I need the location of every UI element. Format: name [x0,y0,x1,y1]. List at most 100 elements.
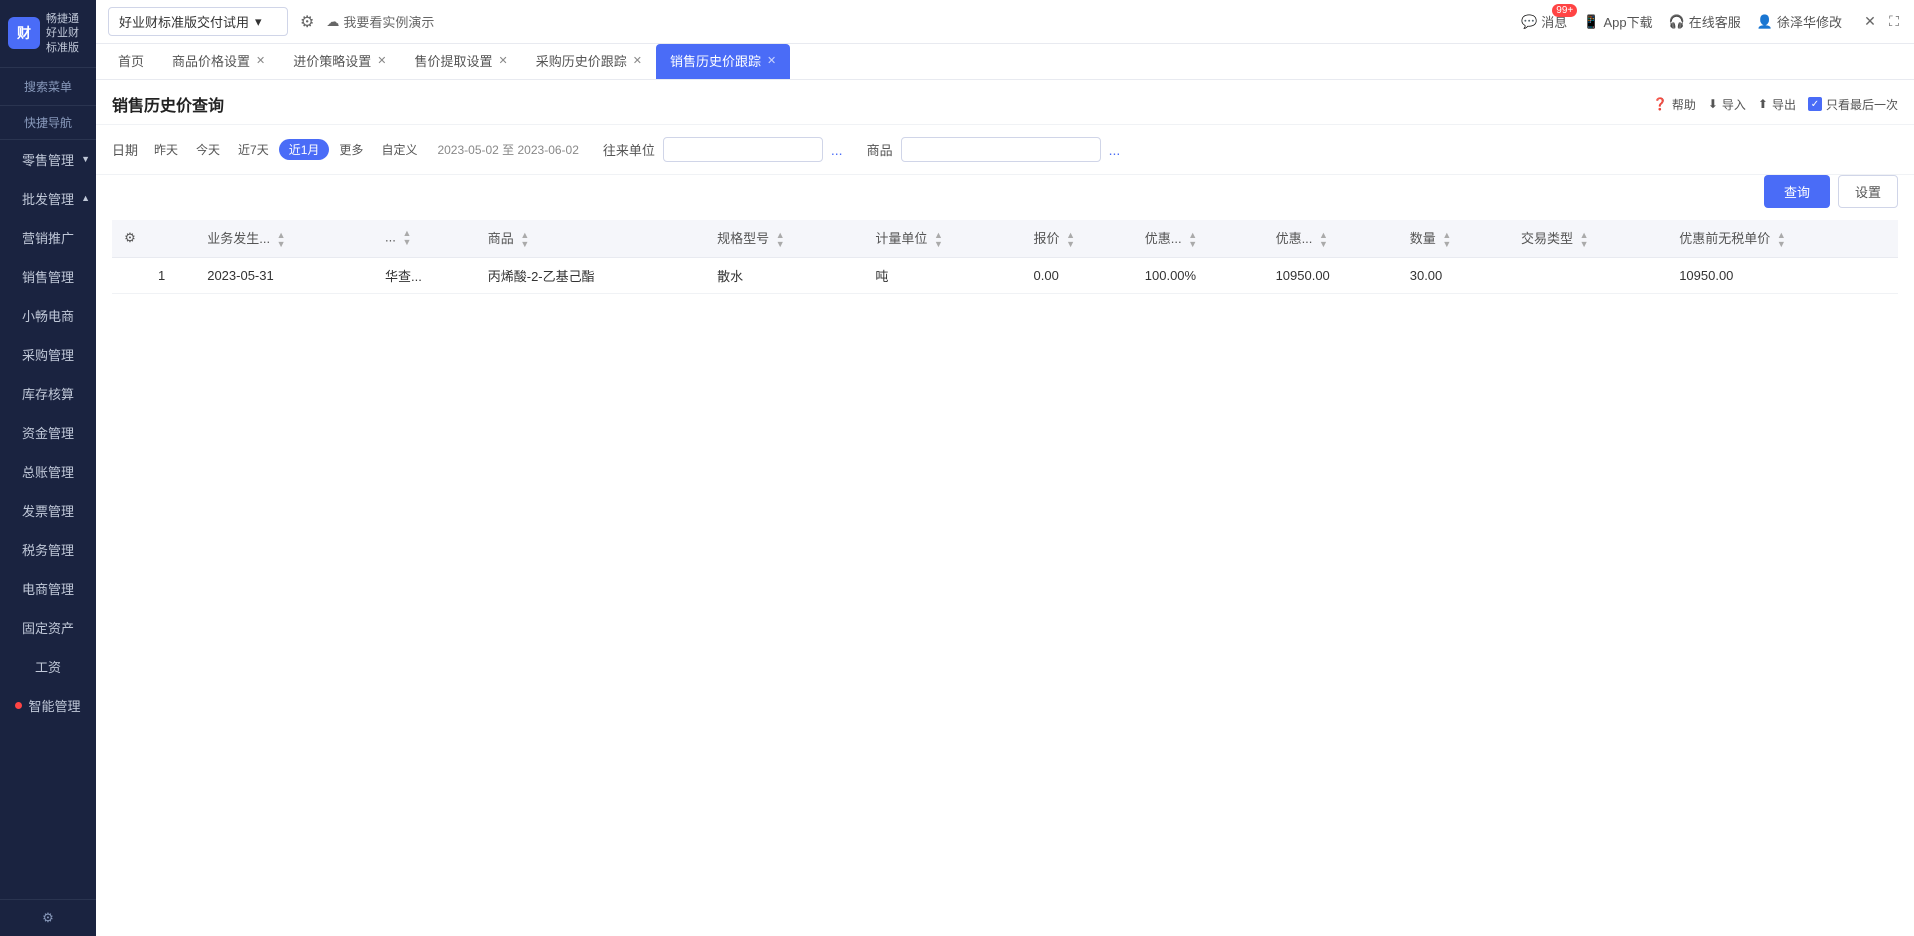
date-opt-last7[interactable]: 近7天 [230,139,277,160]
col-discount1[interactable]: 优惠... ▲▼ [1135,220,1266,257]
product-more-btn[interactable]: ... [1109,142,1121,158]
col-pretax-price[interactable]: 优惠前无税单价 ▲▼ [1669,220,1898,257]
sidebar-quicknav[interactable]: 快捷导航 [0,106,96,140]
sidebar-item-invoice[interactable]: 发票管理 [0,491,96,530]
maximize-window-button[interactable]: ⛶ [1886,14,1902,30]
tab-sales-hist-close[interactable]: ✕ [767,54,776,67]
col-settings[interactable]: ⚙ [112,220,148,257]
table-header-row: ⚙ 业务发生... ▲▼ ... ▲▼ 商品 ▲▼ [112,220,1898,257]
sidebar-item-ledger[interactable]: 总账管理 [0,452,96,491]
import-button[interactable]: ⬇ 导入 [1708,96,1746,113]
sidebar-item-retail[interactable]: 零售管理 [0,140,96,179]
tab-strategy-close[interactable]: ✕ [377,54,386,67]
cell-date: 2023-05-31 [197,257,375,293]
help-button[interactable]: ❓ 帮助 [1653,96,1696,113]
date-opt-more[interactable]: 更多 [331,139,371,160]
tab-purchase-hist[interactable]: 采购历史价跟踪 ✕ [522,44,656,79]
topbar-settings-icon[interactable]: ⚙ [300,12,314,32]
main-content: 好业财标准版交付试用 ▾ ⚙ ☁ 我要看实例演示 💬 消息 99+ 📱 App下… [96,0,1914,936]
sidebar-item-payroll[interactable]: 工资 [0,647,96,686]
sort-icon-price: ▲▼ [1066,231,1075,249]
sidebar-item-inventory[interactable]: 库存核算 [0,374,96,413]
tabbar: 首页 商品价格设置 ✕ 进价策略设置 ✕ 售价提取设置 ✕ 采购历史价跟踪 ✕ … [96,44,1914,80]
source-more-btn[interactable]: ... [831,142,843,158]
sidebar-item-assets[interactable]: 固定资产 [0,608,96,647]
col-qty[interactable]: 数量 ▲▼ [1400,220,1511,257]
filter-bar: 日期 昨天 今天 近7天 近1月 更多 自定义 2023-05-02 至 202… [96,125,1914,175]
date-options: 昨天 今天 近7天 近1月 更多 自定义 [146,139,425,160]
sidebar-logo: 财 畅捷通好业财 标准版 [0,0,96,68]
date-opt-yesterday[interactable]: 昨天 [146,139,186,160]
tab-price[interactable]: 商品价格设置 ✕ [158,44,279,79]
sidebar-settings[interactable]: ⚙ [0,899,96,936]
tab-extract-close[interactable]: ✕ [499,54,508,67]
sidebar-item-smart[interactable]: 智能管理 [0,686,96,725]
sort-icon-discount1: ▲▼ [1188,231,1197,249]
col-date[interactable]: 业务发生... ▲▼ [197,220,375,257]
sidebar-item-ecommerce-small[interactable]: 小畅电商 [0,296,96,335]
sidebar-item-sales[interactable]: 销售管理 [0,257,96,296]
product-selector[interactable]: 好业财标准版交付试用 ▾ [108,7,288,36]
app-download-button[interactable]: 📱 App下载 [1583,12,1652,31]
sort-icon-unit: ▲▼ [934,231,943,249]
logo-text: 畅捷通好业财 标准版 [46,12,88,55]
topbar: 好业财标准版交付试用 ▾ ⚙ ☁ 我要看实例演示 💬 消息 99+ 📱 App下… [96,0,1914,44]
close-window-button[interactable]: ✕ [1862,14,1878,30]
source-input[interactable] [663,137,823,162]
col-trans-type[interactable]: 交易类型 ▲▼ [1511,220,1669,257]
sort-icon-trans-type: ▲▼ [1580,231,1589,249]
tab-home[interactable]: 首页 [104,44,158,79]
col-discount2[interactable]: 优惠... ▲▼ [1266,220,1400,257]
sidebar-item-finance[interactable]: 资金管理 [0,413,96,452]
page-title: 销售历史价查询 [112,92,224,116]
smart-dot [15,702,22,709]
settings-button[interactable]: 设置 [1838,175,1898,208]
page-actions: ❓ 帮助 ⬇ 导入 ⬆ 导出 ✓ 只看最后一次 [1653,96,1898,113]
only-last-checkbox[interactable]: ✓ 只看最后一次 [1808,96,1898,113]
tab-strategy[interactable]: 进价策略设置 ✕ [279,44,400,79]
sidebar-item-purchase[interactable]: 采购管理 [0,335,96,374]
sidebar-item-marketing[interactable]: 营销推广 [0,218,96,257]
sort-icon-date: ▲▼ [277,231,286,249]
table-body: 1 2023-05-31 华查... 丙烯酸-2-乙基己酯 散水 吨 0.00 … [112,257,1898,293]
product-name: 好业财标准版交付试用 [119,12,249,31]
export-icon: ⬆ [1758,97,1768,111]
user-icon: 👤 [1757,14,1773,30]
col-price[interactable]: 报价 ▲▼ [1024,220,1135,257]
tab-extract[interactable]: 售价提取设置 ✕ [400,44,521,79]
export-button[interactable]: ⬆ 导出 [1758,96,1796,113]
tab-price-close[interactable]: ✕ [256,54,265,67]
table-row[interactable]: 1 2023-05-31 华查... 丙烯酸-2-乙基己酯 散水 吨 0.00 … [112,257,1898,293]
col-unit[interactable]: 计量单位 ▲▼ [865,220,1023,257]
col-product[interactable]: 商品 ▲▼ [478,220,707,257]
logo-icon: 财 [8,17,40,49]
cell-more: 华查... [375,257,478,293]
demo-link[interactable]: ☁ 我要看实例演示 [326,12,434,31]
sidebar-item-wholesale[interactable]: 批发管理 [0,179,96,218]
sidebar-item-tax[interactable]: 税务管理 [0,530,96,569]
product-input[interactable] [901,137,1101,162]
action-row: 查询 设置 [96,175,1914,220]
sidebar-search[interactable]: 搜索菜单 [0,68,96,106]
sidebar: 财 畅捷通好业财 标准版 搜索菜单 快捷导航 零售管理 批发管理 营销推广 销售… [0,0,96,936]
table-wrap: ⚙ 业务发生... ▲▼ ... ▲▼ 商品 ▲▼ [96,220,1914,936]
message-button[interactable]: 💬 消息 99+ [1521,12,1567,31]
tab-price-label: 商品价格设置 [172,51,250,70]
col-more[interactable]: ... ▲▼ [375,220,478,257]
online-service-button[interactable]: 🎧 在线客服 [1669,12,1741,31]
tab-purchase-hist-close[interactable]: ✕ [633,54,642,67]
page-header: 销售历史价查询 ❓ 帮助 ⬇ 导入 ⬆ 导出 ✓ 只看最后一次 [96,80,1914,125]
product-label: 商品 [867,140,893,159]
message-badge: 99+ [1552,4,1577,17]
topbar-right: 💬 消息 99+ 📱 App下载 🎧 在线客服 👤 徐泽华修改 [1521,12,1842,31]
sidebar-item-ecommerce[interactable]: 电商管理 [0,569,96,608]
window-controls: ✕ ⛶ [1862,14,1902,30]
date-opt-custom[interactable]: 自定义 [373,139,425,160]
date-opt-today[interactable]: 今天 [188,139,228,160]
tab-sales-hist[interactable]: 销售历史价跟踪 ✕ [656,44,790,79]
query-button[interactable]: 查询 [1764,175,1830,208]
user-menu[interactable]: 👤 徐泽华修改 [1757,12,1842,31]
cell-qty: 30.00 [1400,257,1511,293]
col-spec[interactable]: 规格型号 ▲▼ [707,220,865,257]
date-opt-last1m[interactable]: 近1月 [279,139,330,160]
